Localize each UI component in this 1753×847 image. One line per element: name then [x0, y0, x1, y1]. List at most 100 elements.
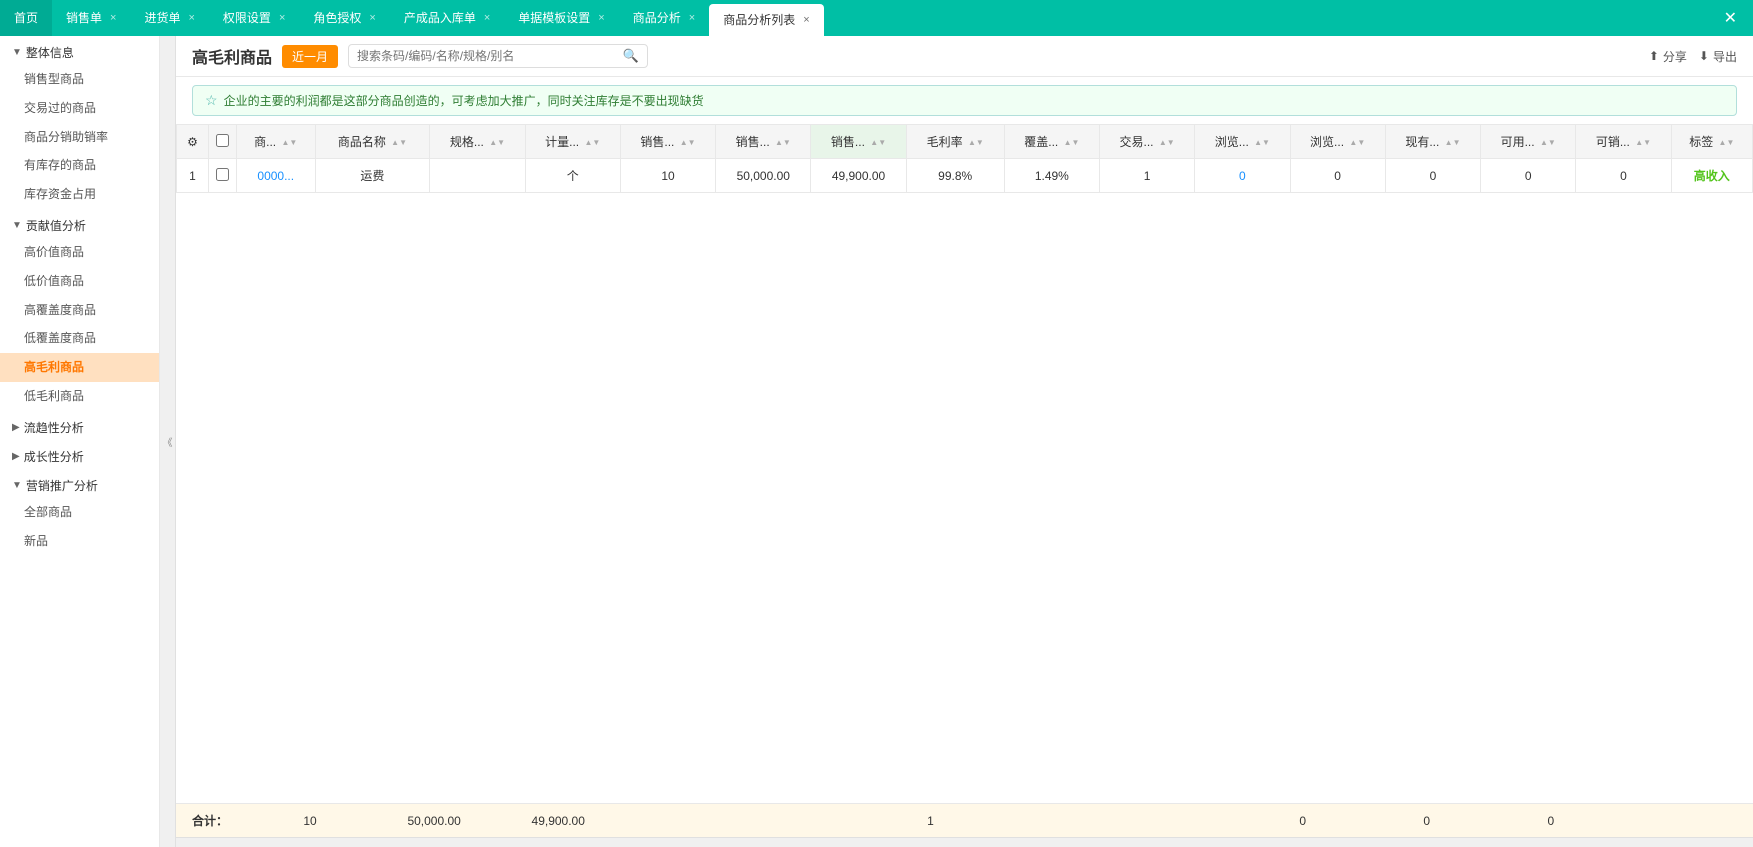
sidebar-group-growth[interactable]: ▶ 成长性分析 [0, 440, 159, 469]
window-close-button[interactable]: ✕ [1708, 0, 1753, 36]
sort-icon[interactable]: ▲▼ [1159, 139, 1175, 147]
col-tag[interactable]: 标签 ▲▼ [1671, 125, 1752, 159]
nav-home[interactable]: 首页 [0, 0, 52, 36]
sidebar-item-low-coverage[interactable]: 低覆盖度商品 [0, 324, 159, 353]
nav-role[interactable]: 角色授权 × [299, 0, 389, 36]
col-gross-margin[interactable]: 毛利率 ▲▼ [906, 125, 1004, 159]
col-sellable-stock[interactable]: 可销... ▲▼ [1576, 125, 1671, 159]
nav-sales[interactable]: 销售单 × [52, 0, 130, 36]
sidebar-collapse-button[interactable]: 《 [160, 36, 176, 847]
sort-icon[interactable]: ▲▼ [1719, 139, 1735, 147]
sidebar-group-contribution[interactable]: ▼ 贡献值分析 [0, 209, 159, 238]
nav-purchase[interactable]: 进货单 × [130, 0, 208, 36]
col-sales-amount[interactable]: 销售... ▲▼ [716, 125, 811, 159]
sort-icon[interactable]: ▲▼ [489, 139, 505, 147]
nav-close-permission[interactable]: × [279, 0, 285, 36]
sidebar-item-stocked-goods[interactable]: 有库存的商品 [0, 151, 159, 180]
col-browse1[interactable]: 浏览... ▲▼ [1195, 125, 1290, 159]
nav-close-role[interactable]: × [369, 0, 375, 36]
sidebar-item-new-goods[interactable]: 新品 [0, 527, 159, 556]
col-checkbox[interactable] [209, 125, 237, 159]
row-code[interactable]: 0000... [237, 159, 316, 193]
sidebar-group-trend[interactable]: ▶ 流趋性分析 [0, 411, 159, 440]
select-all-checkbox[interactable] [216, 134, 229, 147]
sidebar-item-all-goods[interactable]: 全部商品 [0, 498, 159, 527]
sidebar-item-low-margin[interactable]: 低毛利商品 [0, 382, 159, 411]
sort-icon[interactable]: ▲▼ [775, 139, 791, 147]
col-setting[interactable]: ⚙ [177, 125, 209, 159]
sidebar-group-overview[interactable]: ▼ 整体信息 [0, 36, 159, 65]
table-container: ⚙ 商... ▲▼ 商品名称 ▲▼ [176, 124, 1753, 803]
page-title: 高毛利商品 [192, 44, 272, 68]
sort-icon[interactable]: ▲▼ [1254, 139, 1270, 147]
bottom-scrollbar[interactable] [176, 837, 1753, 847]
col-name[interactable]: 商品名称 ▲▼ [315, 125, 430, 159]
col-sales-qty[interactable]: 销售... ▲▼ [620, 125, 715, 159]
table-row: 1 0000... 运费 个 10 50,000.00 49,900.00 99 [177, 159, 1753, 193]
sort-icon[interactable]: ▲▼ [1445, 139, 1461, 147]
export-icon: ⬇ [1699, 49, 1709, 63]
settings-icon[interactable]: ⚙ [187, 135, 198, 149]
arrow-right-icon2: ▶ [12, 451, 20, 462]
sort-icon[interactable]: ▲▼ [968, 139, 984, 147]
col-coverage[interactable]: 覆盖... ▲▼ [1004, 125, 1099, 159]
col-browse2[interactable]: 浏览... ▲▼ [1290, 125, 1385, 159]
sort-icon[interactable]: ▲▼ [282, 139, 298, 147]
col-current-stock[interactable]: 现有... ▲▼ [1385, 125, 1480, 159]
arrow-down-icon: ▼ [12, 47, 22, 58]
nav-close-analysis[interactable]: × [689, 0, 695, 36]
row-sales-profit: 49,900.00 [811, 159, 906, 193]
share-button[interactable]: ⬆ 分享 [1649, 48, 1687, 65]
row-unit: 个 [525, 159, 620, 193]
sort-icon[interactable]: ▲▼ [391, 139, 407, 147]
footer-label: 合计： [192, 812, 228, 829]
sort-icon[interactable]: ▲▼ [1349, 139, 1365, 147]
row-coverage: 1.49% [1004, 159, 1099, 193]
nav-permission[interactable]: 权限设置 × [209, 0, 299, 36]
sidebar-item-distribution-rate[interactable]: 商品分销助销率 [0, 123, 159, 152]
sidebar-item-high-margin[interactable]: 高毛利商品 [0, 353, 159, 382]
col-sales-profit[interactable]: 销售... ▲▼ [811, 125, 906, 159]
sidebar-item-high-value[interactable]: 高价值商品 [0, 238, 159, 267]
sidebar-item-stock-capital[interactable]: 库存资金占用 [0, 180, 159, 209]
row-select-checkbox[interactable] [216, 168, 229, 181]
nav-close-production[interactable]: × [484, 0, 490, 36]
sort-icon[interactable]: ▲▼ [1540, 139, 1556, 147]
col-code[interactable]: 商... ▲▼ [237, 125, 316, 159]
sort-icon[interactable]: ▲▼ [584, 139, 600, 147]
col-available-stock[interactable]: 可用... ▲▼ [1481, 125, 1576, 159]
nav-close-analysis-list[interactable]: × [803, 4, 809, 36]
arrow-down-icon3: ▼ [12, 480, 22, 491]
row-sales-amount: 50,000.00 [716, 159, 811, 193]
row-available-stock: 0 [1481, 159, 1576, 193]
content-area: 高毛利商品 近一月 🔍 ⬆ 分享 ⬇ 导出 [176, 36, 1753, 847]
sidebar-item-low-value[interactable]: 低价值商品 [0, 267, 159, 296]
sidebar-item-traded-goods[interactable]: 交易过的商品 [0, 94, 159, 123]
col-spec[interactable]: 规格... ▲▼ [430, 125, 525, 159]
sidebar-group-marketing[interactable]: ▼ 营销推广分析 [0, 469, 159, 498]
footer-current-stock: 0 [1241, 814, 1365, 828]
footer-browse1 [992, 814, 1116, 828]
row-browse1[interactable]: 0 [1195, 159, 1290, 193]
nav-analysis[interactable]: 商品分析 × [619, 0, 709, 36]
sort-icon[interactable]: ▲▼ [1064, 139, 1080, 147]
nav-close-template[interactable]: × [598, 0, 604, 36]
nav-close-purchase[interactable]: × [188, 0, 194, 36]
search-input[interactable] [357, 49, 619, 63]
nav-analysis-list[interactable]: 商品分析列表 × [709, 4, 823, 36]
sort-icon[interactable]: ▲▼ [680, 139, 696, 147]
col-unit[interactable]: 计量... ▲▼ [525, 125, 620, 159]
nav-template[interactable]: 单据模板设置 × [504, 0, 618, 36]
row-checkbox[interactable] [209, 159, 237, 193]
nav-close-sales[interactable]: × [110, 0, 116, 36]
filter-period-button[interactable]: 近一月 [282, 45, 338, 68]
search-box: 🔍 [348, 44, 648, 68]
sidebar-item-high-coverage[interactable]: 高覆盖度商品 [0, 296, 159, 325]
sidebar-item-sales-goods[interactable]: 销售型商品 [0, 65, 159, 94]
col-transaction[interactable]: 交易... ▲▼ [1099, 125, 1194, 159]
nav-production[interactable]: 产成品入库单 × [390, 0, 504, 36]
sort-icon[interactable]: ▲▼ [1635, 139, 1651, 147]
sort-icon[interactable]: ▲▼ [870, 139, 886, 147]
search-icon[interactable]: 🔍 [623, 48, 639, 64]
export-button[interactable]: ⬇ 导出 [1699, 48, 1737, 65]
